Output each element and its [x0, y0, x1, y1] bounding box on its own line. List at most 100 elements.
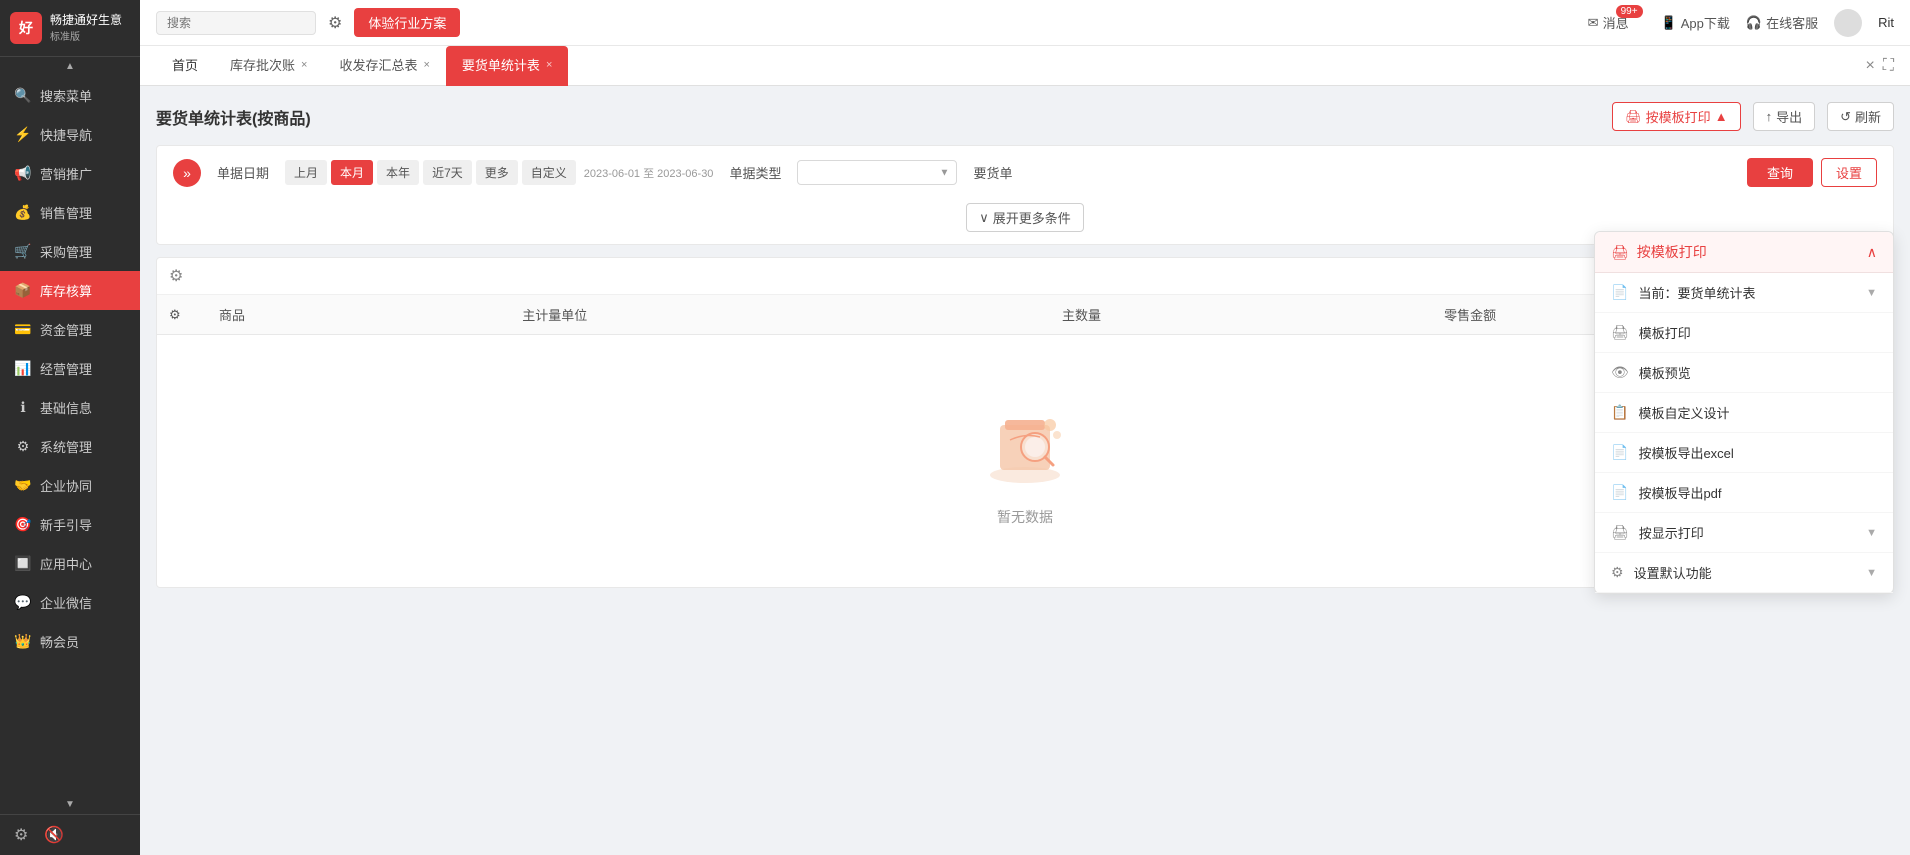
dropdown-header-left: 🖨 按模板打印 [1611, 242, 1707, 262]
sidebar-volume-icon[interactable]: 🔇 [44, 825, 64, 845]
dropdown-current-label: 当前：要货单统计表 [1638, 283, 1755, 302]
sidebar-item-system[interactable]: ⚙ 系统管理 [0, 427, 140, 466]
query-button[interactable]: 查询 [1747, 158, 1813, 187]
user-avatar[interactable] [1834, 9, 1862, 37]
sidebar-scroll-up[interactable]: ▲ [0, 57, 140, 76]
col-settings-icon[interactable]: ⚙ [169, 307, 181, 322]
sidebar-item-finance[interactable]: 💳 资金管理 [0, 310, 140, 349]
search-input[interactable] [156, 11, 316, 35]
set-default-left: ⚙ 设置默认功能 [1611, 563, 1712, 582]
sidebar-item-finance-label: 资金管理 [40, 320, 92, 339]
enterprise-icon: 🤝 [14, 477, 32, 494]
sidebar-item-base-label: 基础信息 [40, 398, 92, 417]
sidebar-item-enterprise[interactable]: 🤝 企业协同 [0, 466, 140, 505]
sidebar-item-purchase[interactable]: 🛒 采购管理 [0, 232, 140, 271]
refresh-button[interactable]: ↺ 刷新 [1827, 102, 1894, 131]
main-content: ⚙ 体验行业方案 ✉ 消息 99+ 📱 App下载 🎧 在线客服 Rit 首页 [140, 0, 1910, 855]
filter-row: » 单据日期 上月 本月 本年 近7天 更多 自定义 2023-06-01 至 … [173, 158, 1877, 187]
sidebar-item-member-label: 畅会员 [40, 632, 79, 651]
sidebar-item-shortcut[interactable]: ⚡ 快捷导航 [0, 115, 140, 154]
dropdown-item-set-default[interactable]: ⚙ 设置默认功能 ▼ [1595, 553, 1893, 593]
date-range: 2023-06-01 至 2023-06-30 [584, 165, 714, 181]
date-btn-custom[interactable]: 自定义 [522, 160, 576, 185]
page-header: 要货单统计表(按商品) 🖨 按模板打印 ▲ ↑ 导出 ↺ 刷新 [156, 102, 1894, 131]
dropdown-header[interactable]: 🖨 按模板打印 ∧ [1595, 232, 1893, 273]
tab-inventory-batch[interactable]: 库存批次账 × [214, 46, 323, 86]
export-pdf-icon: 📄 [1611, 484, 1628, 501]
sidebar-scroll-down[interactable]: ▼ [0, 795, 140, 814]
date-btn-more[interactable]: 更多 [476, 160, 518, 185]
print-dropdown-menu: 🖨 按模板打印 ∧ 📄 当前：要货单统计表 ▼ 🖨 模板打印 👁 模板预览 [1594, 231, 1894, 594]
finance-icon: 💳 [14, 321, 32, 338]
tab-home[interactable]: 首页 [156, 46, 214, 86]
sidebar-item-wechat[interactable]: 💬 企业微信 [0, 583, 140, 622]
dropdown-item-display-print[interactable]: 🖨 按显示打印 ▼ [1595, 513, 1893, 553]
dropdown-item-export-pdf[interactable]: 📄 按模板导出pdf [1595, 473, 1893, 513]
topbar: ⚙ 体验行业方案 ✉ 消息 99+ 📱 App下载 🎧 在线客服 Rit [140, 0, 1910, 46]
print-button[interactable]: 🖨 按模板打印 ▲ [1612, 102, 1740, 131]
sidebar-item-sales[interactable]: 💰 销售管理 [0, 193, 140, 232]
online-service-icon: 🎧 [1746, 15, 1762, 31]
sidebar-item-inventory[interactable]: 📦 库存核算 [0, 271, 140, 310]
settings-button[interactable]: 设置 [1821, 158, 1877, 187]
sidebar-item-member[interactable]: 👑 畅会员 [0, 622, 140, 661]
expand-more-icon: ∨ [979, 210, 989, 226]
doc-type-select[interactable] [797, 160, 957, 185]
app-download-icon: 📱 [1661, 15, 1677, 31]
topbar-gear-icon[interactable]: ⚙ [328, 13, 342, 33]
online-service[interactable]: 🎧 在线客服 [1746, 13, 1818, 32]
base-icon: ℹ [14, 399, 32, 416]
export-excel-icon: 📄 [1611, 444, 1628, 461]
sales-icon: 💰 [14, 204, 32, 221]
sidebar-item-base[interactable]: ℹ 基础信息 [0, 388, 140, 427]
sidebar-item-system-label: 系统管理 [40, 437, 92, 456]
tab-collection-summary-close[interactable]: × [423, 59, 429, 71]
tab-order-summary[interactable]: 要货单统计表 × [446, 46, 568, 86]
tab-collection-summary[interactable]: 收发存汇总表 × [323, 46, 445, 86]
dropdown-collapse-icon[interactable]: ∧ [1867, 244, 1877, 261]
app-version: 标准版 [50, 28, 122, 43]
sidebar-item-appstore-label: 应用中心 [40, 554, 92, 573]
export-button[interactable]: ↑ 导出 [1753, 102, 1816, 131]
table-settings-icon[interactable]: ⚙ [169, 266, 183, 286]
date-btn-last-month[interactable]: 上月 [285, 160, 327, 185]
sidebar-item-appstore[interactable]: 🔲 应用中心 [0, 544, 140, 583]
app-name: 畅捷通好生意 [50, 13, 122, 29]
sidebar-item-sales-label: 销售管理 [40, 203, 92, 222]
date-btn-7days[interactable]: 近7天 [423, 160, 472, 185]
dropdown-current-item[interactable]: 📄 当前：要货单统计表 ▼ [1595, 273, 1893, 313]
sidebar-item-search-label: 搜索菜单 [40, 86, 92, 105]
dropdown-item-template-print[interactable]: 🖨 模板打印 [1595, 313, 1893, 353]
display-print-label: 按显示打印 [1639, 523, 1704, 542]
app-download[interactable]: 📱 App下载 [1661, 13, 1730, 32]
tab-close-all[interactable]: × [1865, 57, 1874, 75]
sidebar-item-guide[interactable]: 🎯 新手引导 [0, 505, 140, 544]
dropdown-item-template-preview[interactable]: 👁 模板预览 [1595, 353, 1893, 393]
date-label: 单据日期 [217, 163, 269, 182]
tab-order-summary-close[interactable]: × [546, 59, 552, 71]
guide-icon: 🎯 [14, 516, 32, 533]
tabs-right-controls: × ⛶ [1865, 57, 1894, 75]
app-name-block: 畅捷通好生意 标准版 [50, 13, 122, 44]
dropdown-title: 按模板打印 [1637, 242, 1707, 262]
template-preview-icon: 👁 [1611, 364, 1629, 381]
filter-action-buttons: 查询 设置 [1747, 158, 1877, 187]
sidebar-settings-icon[interactable]: ⚙ [14, 825, 28, 845]
trial-button[interactable]: 体验行业方案 [354, 8, 460, 37]
dropdown-item-template-custom[interactable]: 📋 模板自定义设计 [1595, 393, 1893, 433]
date-btn-this-year[interactable]: 本年 [377, 160, 419, 185]
tab-inventory-batch-close[interactable]: × [301, 59, 307, 71]
sidebar-item-operations[interactable]: 📊 经营管理 [0, 349, 140, 388]
expand-more-button[interactable]: ∨ 展开更多条件 [966, 203, 1084, 232]
tab-maximize[interactable]: ⛶ [1883, 57, 1894, 75]
dropdown-item-export-excel[interactable]: 📄 按模板导出excel [1595, 433, 1893, 473]
sidebar-item-marketing[interactable]: 📢 营销推广 [0, 154, 140, 193]
template-custom-label: 模板自定义设计 [1638, 403, 1729, 422]
filter-bar: » 单据日期 上月 本月 本年 近7天 更多 自定义 2023-06-01 至 … [156, 145, 1894, 245]
date-btn-this-month[interactable]: 本月 [331, 160, 373, 185]
messages-badge[interactable]: ✉ 消息 99+ [1588, 13, 1629, 32]
template-print-icon: 🖨 [1611, 324, 1629, 341]
user-name: Rit [1878, 15, 1894, 30]
sidebar-item-search[interactable]: 🔍 搜索菜单 [0, 76, 140, 115]
filter-expand-button[interactable]: » [173, 159, 201, 187]
